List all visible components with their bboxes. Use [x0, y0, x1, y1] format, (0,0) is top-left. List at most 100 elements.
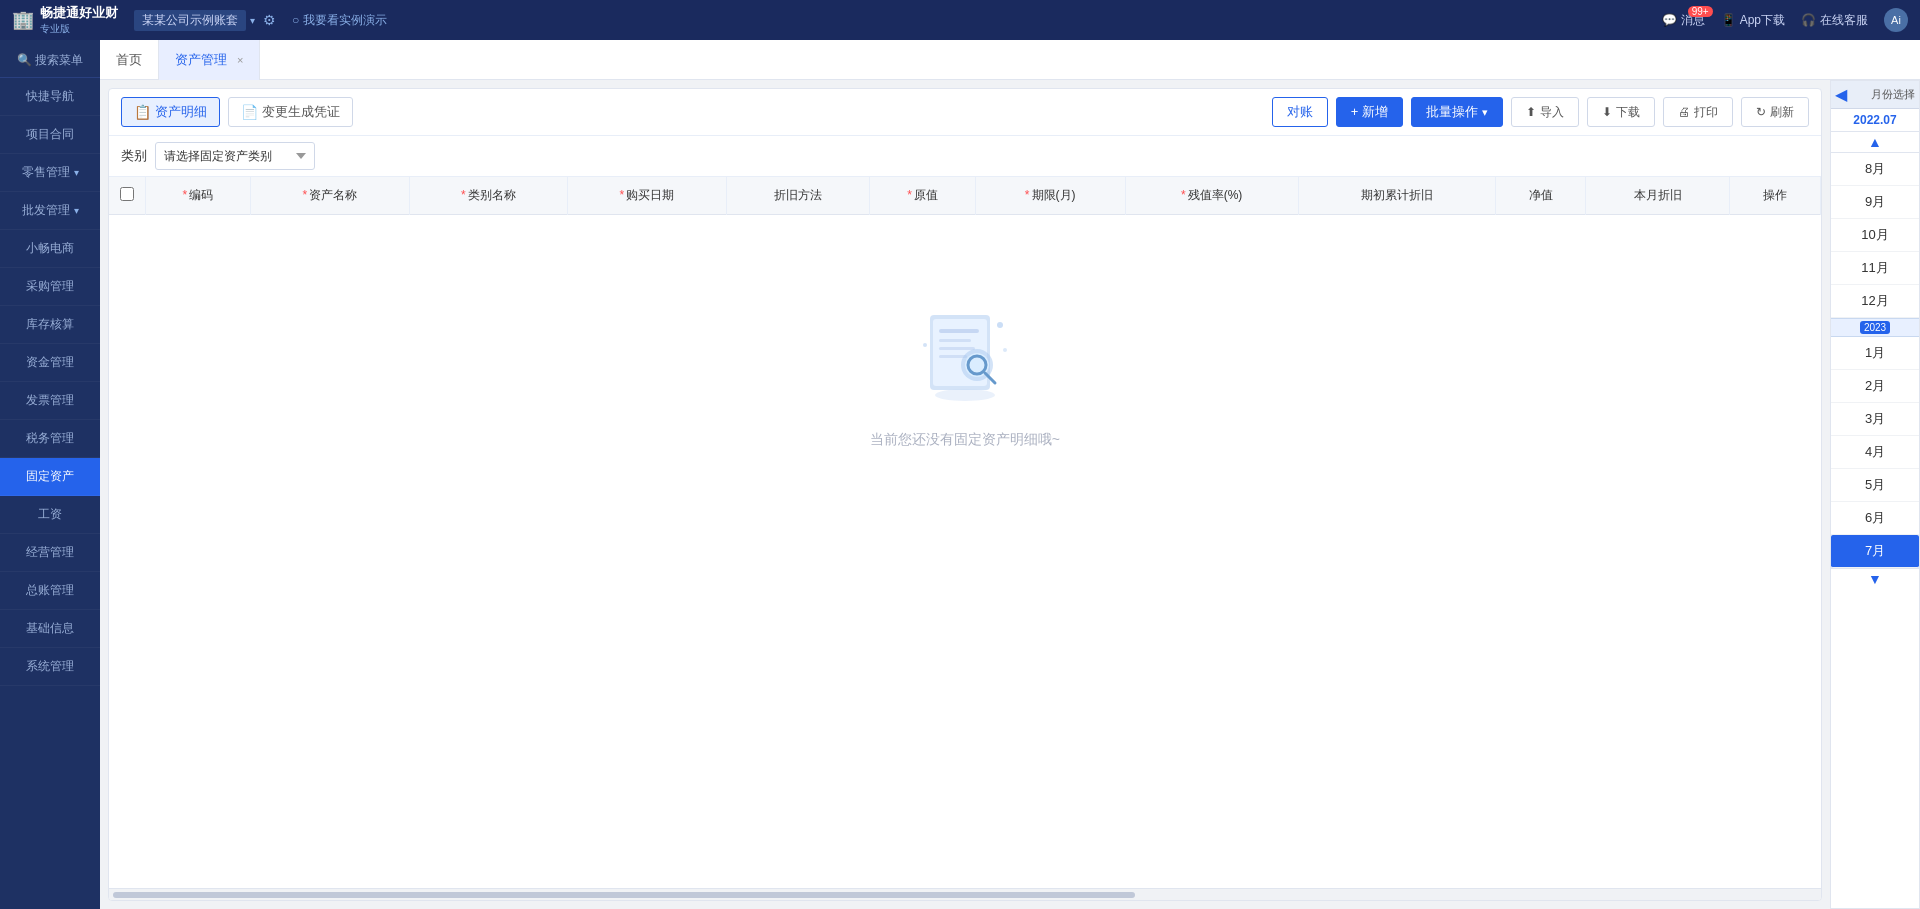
import-button[interactable]: ⬆ 导入	[1511, 97, 1579, 127]
nav-up-icon[interactable]: ▲	[1868, 134, 1882, 150]
th-net-value: 净值	[1495, 177, 1586, 215]
message-badge: 99+	[1688, 6, 1713, 17]
batch-button[interactable]: 批量操作	[1411, 97, 1503, 127]
sidebar-item-label: 经营管理	[26, 544, 74, 561]
month-item-3[interactable]: 3月	[1831, 403, 1919, 436]
table-header-row: *编码 *资产名称 *类别名称 *购买日期 折旧方法 *原值 *期限(月) *残…	[109, 177, 1821, 215]
sidebar-item-label: 工资	[38, 506, 62, 523]
demo-link[interactable]: ○ 我要看实例演示	[292, 12, 387, 29]
sidebar-item-basic[interactable]: 基础信息	[0, 610, 100, 648]
month-item-5[interactable]: 5月	[1831, 469, 1919, 502]
tab-assets[interactable]: 资产管理 ×	[159, 40, 260, 80]
empty-text: 当前您还没有固定资产明细哦~	[870, 431, 1060, 449]
settings-icon[interactable]: ⚙	[263, 12, 276, 28]
download-button[interactable]: ⬇ 下载	[1587, 97, 1655, 127]
horizontal-scrollbar[interactable]	[109, 888, 1821, 900]
sub-tab-voucher[interactable]: 📄 变更生成凭证	[228, 97, 353, 127]
month-picker-collapse-icon[interactable]: ◀	[1835, 85, 1847, 104]
sidebar-item-wholesale[interactable]: 批发管理	[0, 192, 100, 230]
scroll-thumb[interactable]	[113, 892, 1135, 898]
toolbar: 对账 + 新增 批量操作 ⬆ 导入 ⬇	[1272, 97, 1809, 127]
category-filter-select[interactable]: 请选择固定资产类别	[155, 142, 315, 170]
reconcile-button[interactable]: 对账	[1272, 97, 1328, 127]
sidebar-item-inventory[interactable]: 库存核算	[0, 306, 100, 344]
company-name: 某某公司示例账套	[134, 10, 246, 31]
online-service-icon: 🎧	[1801, 13, 1816, 27]
tab-assets-label: 资产管理	[175, 51, 227, 69]
main-panel: 📋 资产明细 📄 变更生成凭证 对账	[108, 88, 1822, 901]
month-item-9[interactable]: 9月	[1831, 186, 1919, 219]
month-item-10[interactable]: 10月	[1831, 219, 1919, 252]
month-item-2[interactable]: 2月	[1831, 370, 1919, 403]
sidebar-item-label: 系统管理	[26, 658, 74, 675]
sidebar-item-finance[interactable]: 资金管理	[0, 344, 100, 382]
sidebar-item-purchase[interactable]: 采购管理	[0, 268, 100, 306]
app-download-icon: 📱	[1721, 13, 1736, 27]
select-all-checkbox[interactable]	[120, 187, 134, 201]
sidebar-item-invoice[interactable]: 发票管理	[0, 382, 100, 420]
month-item-6[interactable]: 6月	[1831, 502, 1919, 535]
sidebar-item-quicknav[interactable]: 快捷导航	[0, 78, 100, 116]
sidebar-item-operation[interactable]: 经营管理	[0, 534, 100, 572]
online-service-label: 在线客服	[1820, 12, 1868, 29]
th-purchase-date: *购买日期	[568, 177, 727, 215]
sub-tab-detail[interactable]: 📋 资产明细	[121, 97, 220, 127]
detail-icon: 📋	[134, 104, 151, 120]
sub-tab-detail-label: 资产明细	[155, 103, 207, 121]
th-residual-rate: *残值率(%)	[1125, 177, 1298, 215]
sidebar-item-label: 总账管理	[26, 582, 74, 599]
month-item-1[interactable]: 1月	[1831, 337, 1919, 370]
assets-table: *编码 *资产名称 *类别名称 *购买日期 折旧方法 *原值 *期限(月) *残…	[109, 177, 1821, 529]
sidebar-item-project[interactable]: 项目合同	[0, 116, 100, 154]
sidebar-item-salary[interactable]: 工资	[0, 496, 100, 534]
batch-label: 批量操作	[1426, 103, 1478, 121]
empty-illustration	[905, 295, 1025, 415]
content-area: 首页 资产管理 × 📋 资产明细 📄	[100, 40, 1920, 909]
print-icon: 🖨	[1678, 105, 1690, 119]
online-service-button[interactable]: 🎧 在线客服	[1801, 12, 1868, 29]
message-icon: 💬	[1662, 13, 1677, 27]
sidebar-item-label: 采购管理	[26, 278, 74, 295]
month-item-7[interactable]: 7月	[1831, 535, 1919, 568]
month-item-8[interactable]: 8月	[1831, 153, 1919, 186]
sidebar-item-ecommerce[interactable]: 小畅电商	[0, 230, 100, 268]
svg-rect-6	[939, 355, 967, 358]
month-picker-panel: ◀ 月份选择 2022.07 ▲ 8月 9月 10月 11月 12月 2023 …	[1830, 80, 1920, 909]
svg-rect-3	[939, 329, 979, 333]
month-picker-nav-up[interactable]: ▲	[1831, 132, 1919, 153]
sidebar-item-label: 项目合同	[26, 126, 74, 143]
app-download-label: App下载	[1740, 12, 1785, 29]
month-item-12[interactable]: 12月	[1831, 285, 1919, 318]
month-picker-nav-down[interactable]: ▼	[1831, 568, 1919, 589]
sidebar-item-assets[interactable]: 固定资产	[0, 458, 100, 496]
sidebar-item-label: 固定资产	[26, 468, 74, 485]
message-button[interactable]: 💬 消息 99+	[1662, 12, 1705, 29]
print-button[interactable]: 🖨 打印	[1663, 97, 1733, 127]
svg-rect-4	[939, 339, 971, 342]
filter-row: 类别 请选择固定资产类别	[109, 136, 1821, 177]
user-avatar[interactable]: Ai	[1884, 8, 1908, 32]
page-content: 📋 资产明细 📄 变更生成凭证 对账	[100, 80, 1920, 909]
svg-point-13	[1003, 348, 1007, 352]
month-picker-current[interactable]: 2022.07	[1831, 109, 1919, 132]
company-selector[interactable]: 某某公司示例账套 ▾	[134, 10, 255, 31]
refresh-button[interactable]: ↻ 刷新	[1741, 97, 1809, 127]
month-item-4[interactable]: 4月	[1831, 436, 1919, 469]
sidebar-item-retail[interactable]: 零售管理	[0, 154, 100, 192]
tab-assets-close-icon[interactable]: ×	[237, 54, 243, 66]
tab-home[interactable]: 首页	[100, 40, 159, 80]
th-code: *编码	[145, 177, 250, 215]
nav-down-icon[interactable]: ▼	[1868, 571, 1882, 587]
app-download-button[interactable]: 📱 App下载	[1721, 12, 1785, 29]
search-label: 搜索菜单	[35, 53, 83, 67]
sidebar-item-label: 税务管理	[26, 430, 74, 447]
sidebar-item-tax[interactable]: 税务管理	[0, 420, 100, 458]
download-label: 下载	[1616, 104, 1640, 121]
main-layout: 🔍 搜索菜单 快捷导航 项目合同 零售管理 批发管理 小畅电商 采购管理 库存核…	[0, 40, 1920, 909]
sidebar-item-accounting[interactable]: 总账管理	[0, 572, 100, 610]
sidebar-item-system[interactable]: 系统管理	[0, 648, 100, 686]
sidebar-search[interactable]: 🔍 搜索菜单	[0, 40, 100, 78]
th-name: *资产名称	[250, 177, 409, 215]
month-item-11[interactable]: 11月	[1831, 252, 1919, 285]
add-button[interactable]: + 新增	[1336, 97, 1403, 127]
